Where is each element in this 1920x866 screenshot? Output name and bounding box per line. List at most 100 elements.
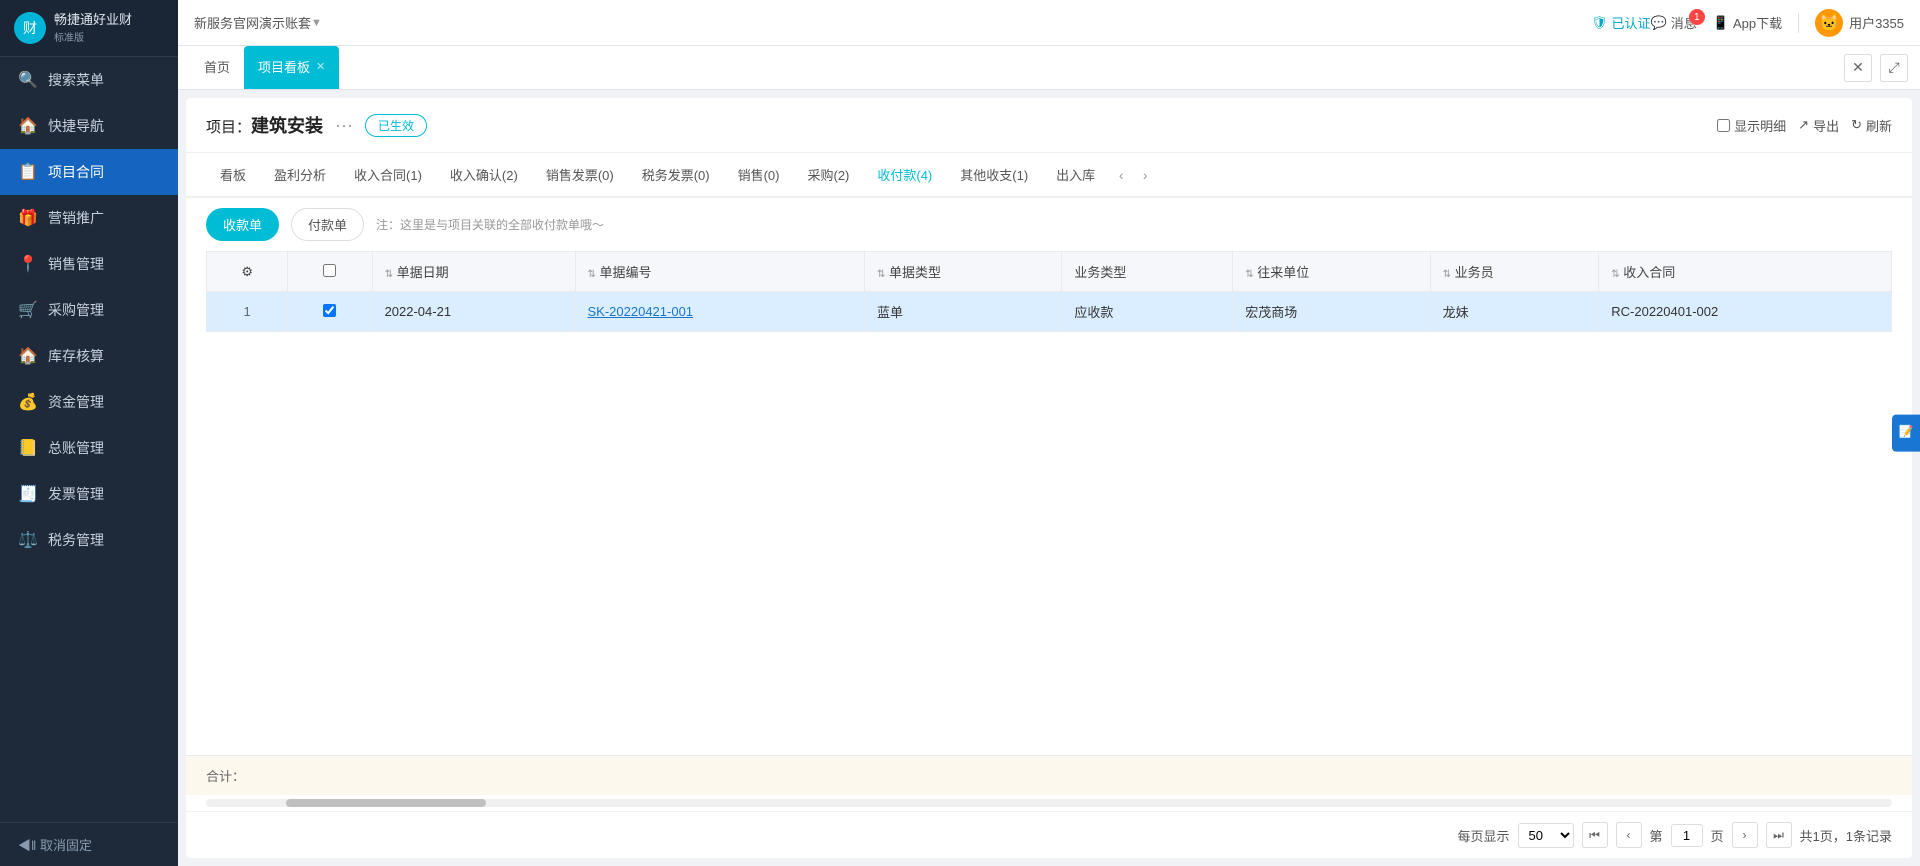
purchase-icon: 🛒 <box>18 300 38 320</box>
col-partner[interactable]: ⇅ 往来单位 <box>1233 252 1430 292</box>
sidebar-unpin[interactable]: ◀‖ 取消固定 <box>0 822 178 866</box>
refresh-button[interactable]: ↻ 刷新 <box>1851 116 1892 135</box>
subnav-kanban[interactable]: 看板 <box>206 153 260 198</box>
subnav-prev-btn[interactable]: ‹ <box>1109 163 1133 187</box>
show-detail-input[interactable] <box>1717 119 1730 132</box>
subnav-income-contract[interactable]: 收入合同(1) <box>340 153 436 198</box>
sidebar-item-search[interactable]: 🔍 搜索菜单 <box>0 57 178 103</box>
user-menu[interactable]: 🐱 用户3355 <box>1815 9 1904 37</box>
sidebar-item-label: 总账管理 <box>48 438 104 458</box>
horizontal-scrollbar[interactable] <box>206 799 1892 807</box>
page-size-label: 每页显示 <box>1457 826 1509 845</box>
subtab-payment[interactable]: 付款单 <box>291 208 364 241</box>
subnav-sales[interactable]: 销售(0) <box>724 153 794 198</box>
col-income-contract[interactable]: ⇅ 收入合同 <box>1599 252 1892 292</box>
sort-icon: ⇅ <box>1245 269 1253 280</box>
subnav-sales-invoice[interactable]: 销售发票(0) <box>532 153 628 198</box>
sidebar-item-ledger[interactable]: 📒 总账管理 <box>0 425 178 471</box>
float-record-button[interactable]: 📝 <box>1892 415 1920 452</box>
refresh-label: 刷新 <box>1866 116 1892 135</box>
table-row: 1 2022-04-21 SK-20220421-001 蓝单 应收款 宏茂商场… <box>207 292 1892 332</box>
sidebar-item-marketing[interactable]: 🎁 营销推广 <box>0 195 178 241</box>
sidebar-item-label: 营销推广 <box>48 208 104 228</box>
col-biz-type: 业务类型 <box>1062 252 1233 292</box>
subnav-tax-invoice[interactable]: 税务发票(0) <box>628 153 724 198</box>
row-salesperson: 龙妹 <box>1430 292 1599 332</box>
app-download-button[interactable]: 📱 App下载 <box>1713 13 1782 32</box>
sidebar-item-finance[interactable]: 💰 资金管理 <box>0 379 178 425</box>
last-page-button[interactable]: ⏭ <box>1766 822 1792 848</box>
table-container: ⚙ ⇅ 单据日期 ⇅ 单据编号 ⇅ 单据类型 业务类型 ⇅ 往来单位 ⇅ 业务员… <box>186 251 1912 755</box>
col-date[interactable]: ⇅ 单据日期 <box>372 252 575 292</box>
account-name: 新服务官网演示账套 <box>194 13 311 32</box>
row-checkbox[interactable] <box>323 304 336 317</box>
sidebar-item-purchase[interactable]: 🛒 采购管理 <box>0 287 178 333</box>
col-salesperson[interactable]: ⇅ 业务员 <box>1430 252 1599 292</box>
logo-sub: 标准版 <box>54 29 132 44</box>
sidebar-item-quicknav[interactable]: 🏠 快捷导航 <box>0 103 178 149</box>
sidebar-item-sales[interactable]: 📍 销售管理 <box>0 241 178 287</box>
subnav-other-expense[interactable]: 其他收支(1) <box>946 153 1042 198</box>
subtab-bar: 收款单 付款单 注：这里是与项目关联的全部收付款单哦～ <box>186 198 1912 251</box>
row-partner: 宏茂商场 <box>1233 292 1430 332</box>
sidebar: 财 畅捷通好业财 标准版 🔍 搜索菜单 🏠 快捷导航 📋 项目合同 🎁 营销推广… <box>0 0 178 866</box>
message-button[interactable]: 💬 消息 1 <box>1651 13 1697 32</box>
page-size-select[interactable]: 50 100 200 <box>1518 823 1574 848</box>
subnav-purchase[interactable]: 采购(2) <box>793 153 863 198</box>
scrollbar-thumb[interactable] <box>286 799 486 807</box>
first-page-button[interactable]: ⏮ <box>1582 822 1608 848</box>
next-page-button[interactable]: › <box>1732 822 1758 848</box>
sort-icon: ⇅ <box>1443 269 1451 280</box>
first-page-icon: ⏮ <box>1589 828 1600 843</box>
subnav-receipt[interactable]: 收付款(4) <box>863 153 946 198</box>
project-icon: 📋 <box>18 162 38 182</box>
select-all-checkbox[interactable] <box>323 264 336 277</box>
sidebar-item-invoice[interactable]: 🧾 发票管理 <box>0 471 178 517</box>
sales-icon: 📍 <box>18 254 38 274</box>
row-biz-type: 应收款 <box>1062 292 1233 332</box>
sidebar-item-label: 快捷导航 <box>48 116 104 136</box>
sidebar-item-tax[interactable]: ⚖️ 税务管理 <box>0 517 178 563</box>
tab-close-icon[interactable]: ✕ <box>316 60 325 73</box>
ledger-icon: 📒 <box>18 438 38 458</box>
row-checkbox-cell[interactable] <box>288 292 372 332</box>
sidebar-item-inventory[interactable]: 🏠 库存核算 <box>0 333 178 379</box>
page-number-input[interactable] <box>1671 824 1703 847</box>
close-window-button[interactable]: ✕ <box>1844 54 1872 82</box>
col-type[interactable]: ⇅ 单据类型 <box>865 252 1062 292</box>
row-income-contract: RC-20220401-002 <box>1599 292 1892 332</box>
row-type: 蓝单 <box>865 292 1062 332</box>
inventory-icon: 🏠 <box>18 346 38 366</box>
subnav-next-btn[interactable]: › <box>1133 163 1157 187</box>
show-detail-checkbox[interactable]: 显示明细 <box>1717 116 1786 135</box>
subnav-inout[interactable]: 出入库 <box>1042 153 1109 198</box>
prev-page-button[interactable]: ‹ <box>1616 822 1642 848</box>
sidebar-item-label: 发票管理 <box>48 484 104 504</box>
gift-icon: 🎁 <box>18 208 38 228</box>
topbar-divider <box>1798 13 1799 33</box>
col-checkbox[interactable] <box>288 252 372 292</box>
row-number[interactable]: SK-20220421-001 <box>575 292 865 332</box>
subnav: 看板 盈利分析 收入合同(1) 收入确认(2) 销售发票(0) 税务发票(0) … <box>186 153 1912 198</box>
fullscreen-button[interactable]: ⤢ <box>1880 54 1908 82</box>
cert-label: 已认证 <box>1612 13 1651 32</box>
account-selector[interactable]: 新服务官网演示账套 ▼ <box>194 13 1571 32</box>
user-avatar: 🐱 <box>1815 9 1843 37</box>
sort-icon: ⇅ <box>877 269 885 280</box>
sidebar-item-project[interactable]: 📋 项目合同 <box>0 149 178 195</box>
col-number[interactable]: ⇅ 单据编号 <box>575 252 865 292</box>
search-icon: 🔍 <box>18 70 38 90</box>
subtab-receipt[interactable]: 收款单 <box>206 208 279 241</box>
export-button[interactable]: ↗ 导出 <box>1798 116 1839 135</box>
topbar-right: 💬 消息 1 📱 App下载 🐱 用户3355 <box>1651 9 1904 37</box>
row-number-link[interactable]: SK-20220421-001 <box>588 304 694 319</box>
col-settings[interactable]: ⚙ <box>207 252 288 292</box>
subnav-profit[interactable]: 盈利分析 <box>260 153 340 198</box>
tab-home[interactable]: 首页 <box>190 46 244 89</box>
tab-project-board[interactable]: 项目看板 ✕ <box>244 46 339 89</box>
topbar: 新服务官网演示账套 ▼ 🛡 已认证 💬 消息 1 📱 App下载 🐱 用户335… <box>178 0 1920 46</box>
next-page-icon: › <box>1743 828 1747 842</box>
subnav-income-confirm[interactable]: 收入确认(2) <box>436 153 532 198</box>
project-more-button[interactable]: ··· <box>335 115 353 136</box>
export-icon: ↗ <box>1798 117 1809 133</box>
